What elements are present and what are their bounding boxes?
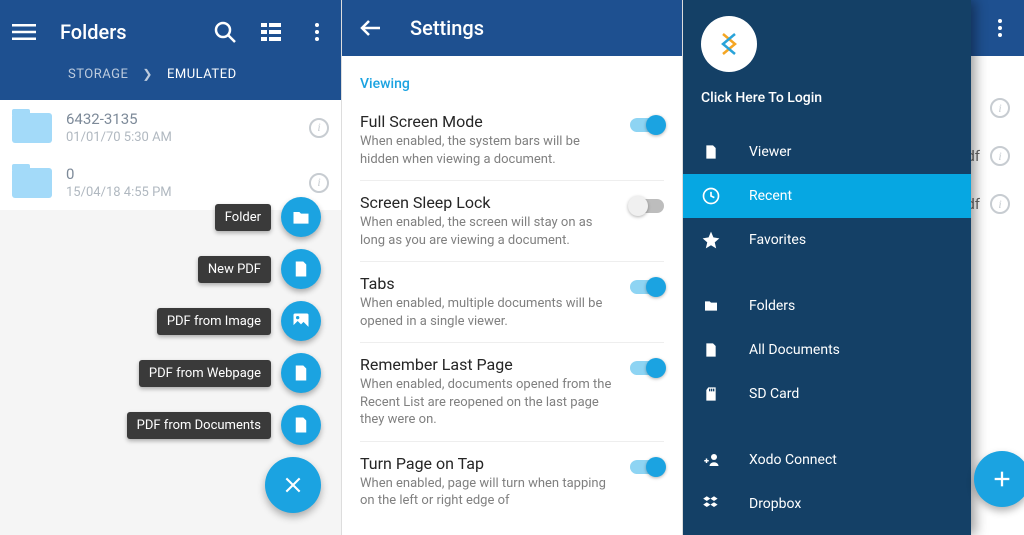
setting-remember-last-page[interactable]: Remember Last Page When enabled, documen… [360, 343, 664, 442]
search-icon[interactable] [213, 20, 237, 44]
setting-full-screen-mode[interactable]: Full Screen Mode When enabled, the syste… [360, 100, 664, 181]
view-list-icon[interactable] [259, 20, 283, 44]
nav-sd-card[interactable]: SD Card [683, 372, 971, 416]
file-icon [292, 259, 310, 279]
settings-section-label: Viewing [360, 66, 664, 100]
fab-option-pdf-documents[interactable]: PDF from Documents [127, 405, 321, 445]
folder-icon [12, 113, 52, 143]
person-add-icon [701, 450, 721, 470]
info-icon[interactable]: i [990, 98, 1010, 118]
nav-favorites[interactable]: Favorites [683, 218, 971, 262]
login-link[interactable]: Click Here To Login [701, 90, 953, 106]
fab-add-button[interactable] [974, 451, 1024, 507]
setting-turn-page-on-tap[interactable]: Turn Page on Tap When enabled, page will… [360, 442, 664, 522]
file-icon [292, 415, 310, 435]
nav-all-documents[interactable]: All Documents [683, 328, 971, 372]
info-icon[interactable]: i [990, 194, 1010, 214]
folder-icon [291, 207, 311, 227]
toggle-switch[interactable] [630, 460, 664, 474]
folder-icon [701, 296, 721, 316]
info-icon[interactable]: i [309, 118, 329, 138]
file-icon [292, 363, 310, 383]
folder-name: 0 [66, 165, 309, 183]
breadcrumb-root[interactable]: STORAGE [68, 67, 128, 82]
chevron-right-icon: ❯ [142, 67, 153, 81]
menu-icon[interactable] [12, 20, 36, 44]
info-icon[interactable]: i [309, 173, 329, 193]
file-icon [701, 142, 721, 162]
app-logo [701, 16, 757, 72]
folder-item[interactable]: 6432-3135 01/01/70 5:30 AM i [0, 100, 341, 155]
breadcrumb-leaf[interactable]: EMULATED [167, 67, 237, 82]
file-icon [701, 340, 721, 360]
clock-icon [701, 186, 721, 206]
close-icon [283, 475, 303, 495]
back-arrow-icon[interactable] [358, 16, 382, 40]
navigation-drawer: Click Here To Login Viewer Recent Favori… [683, 0, 971, 535]
fab-option-pdf-webpage[interactable]: PDF from Webpage [139, 353, 321, 393]
toggle-switch[interactable] [630, 361, 664, 375]
setting-screen-sleep-lock[interactable]: Screen Sleep Lock When enabled, the scre… [360, 181, 664, 262]
page-title: Folders [60, 20, 213, 44]
fab-close-button[interactable] [265, 457, 321, 513]
page-title: Settings [410, 16, 484, 40]
folder-date: 01/01/70 5:30 AM [66, 130, 309, 145]
folder-icon [12, 168, 52, 198]
nav-folders[interactable]: Folders [683, 284, 971, 328]
nav-viewer[interactable]: Viewer [683, 130, 971, 174]
info-icon[interactable]: i [990, 146, 1010, 166]
folder-name: 6432-3135 [66, 110, 309, 128]
toggle-switch[interactable] [630, 199, 664, 213]
fab-option-new-pdf[interactable]: New PDF [198, 249, 321, 289]
toggle-switch[interactable] [630, 118, 664, 132]
nav-xodo-connect[interactable]: Xodo Connect [683, 438, 971, 482]
setting-tabs[interactable]: Tabs When enabled, multiple documents wi… [360, 262, 664, 343]
nav-dropbox[interactable]: Dropbox [683, 482, 971, 526]
dropbox-icon [701, 494, 721, 514]
more-vert-icon[interactable] [988, 16, 1012, 40]
star-icon [701, 230, 721, 250]
toggle-switch[interactable] [630, 280, 664, 294]
plus-icon [991, 468, 1013, 490]
fab-option-pdf-image[interactable]: PDF from Image [157, 301, 321, 341]
image-icon [291, 311, 311, 331]
breadcrumb[interactable]: STORAGE ❯ EMULATED [12, 54, 329, 94]
sd-card-icon [701, 384, 721, 404]
nav-recent[interactable]: Recent [683, 174, 971, 218]
more-vert-icon[interactable] [305, 20, 329, 44]
fab-option-folder[interactable]: Folder [215, 197, 321, 237]
